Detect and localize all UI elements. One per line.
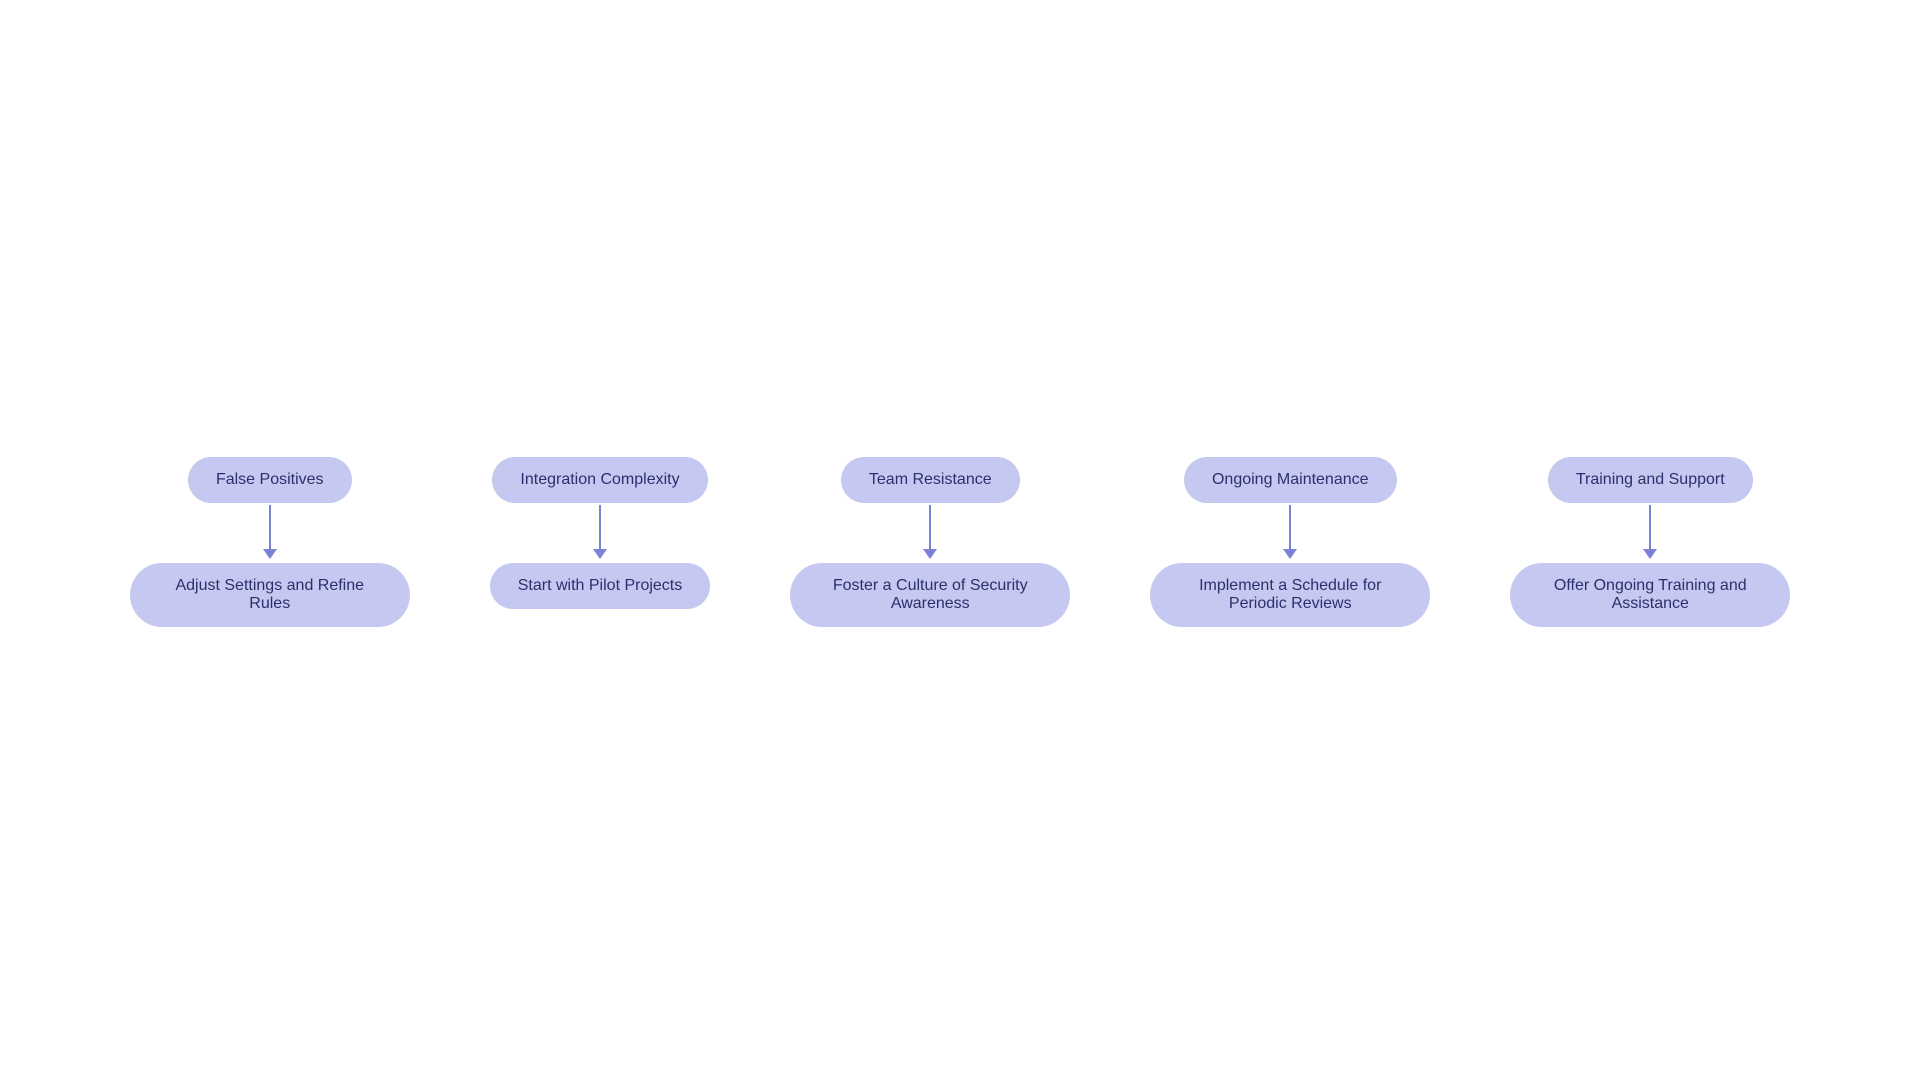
arrow-head-2 xyxy=(593,549,607,559)
flow-column-4: Ongoing Maintenance Implement a Schedule … xyxy=(1150,457,1430,627)
arrow-line-5 xyxy=(1649,505,1651,549)
arrow-5 xyxy=(1643,503,1657,563)
arrow-4 xyxy=(1283,503,1297,563)
arrow-line-4 xyxy=(1289,505,1291,549)
flow-columns: False Positives Adjust Settings and Refin… xyxy=(90,457,1831,627)
top-node-1: False Positives xyxy=(188,457,352,503)
bottom-node-5: Offer Ongoing Training and Assistance xyxy=(1510,563,1790,627)
top-node-3: Team Resistance xyxy=(841,457,1020,503)
arrow-3 xyxy=(923,503,937,563)
diagram-container: False Positives Adjust Settings and Refin… xyxy=(0,0,1920,1083)
arrow-head-4 xyxy=(1283,549,1297,559)
arrow-head-5 xyxy=(1643,549,1657,559)
top-node-5: Training and Support xyxy=(1548,457,1753,503)
top-node-4: Ongoing Maintenance xyxy=(1184,457,1397,503)
arrow-1 xyxy=(263,503,277,563)
flow-column-1: False Positives Adjust Settings and Refin… xyxy=(130,457,410,627)
bottom-node-4: Implement a Schedule for Periodic Review… xyxy=(1150,563,1430,627)
arrow-line-1 xyxy=(269,505,271,549)
arrow-head-3 xyxy=(923,549,937,559)
bottom-node-3: Foster a Culture of Security Awareness xyxy=(790,563,1070,627)
flow-column-3: Team Resistance Foster a Culture of Secur… xyxy=(790,457,1070,627)
arrow-line-3 xyxy=(929,505,931,549)
bottom-node-1: Adjust Settings and Refine Rules xyxy=(130,563,410,627)
flow-column-2: Integration Complexity Start with Pilot P… xyxy=(490,457,711,609)
flow-column-5: Training and Support Offer Ongoing Traini… xyxy=(1510,457,1790,627)
arrow-head-1 xyxy=(263,549,277,559)
arrow-2 xyxy=(593,503,607,563)
arrow-line-2 xyxy=(599,505,601,549)
top-node-2: Integration Complexity xyxy=(492,457,707,503)
bottom-node-2: Start with Pilot Projects xyxy=(490,563,711,609)
